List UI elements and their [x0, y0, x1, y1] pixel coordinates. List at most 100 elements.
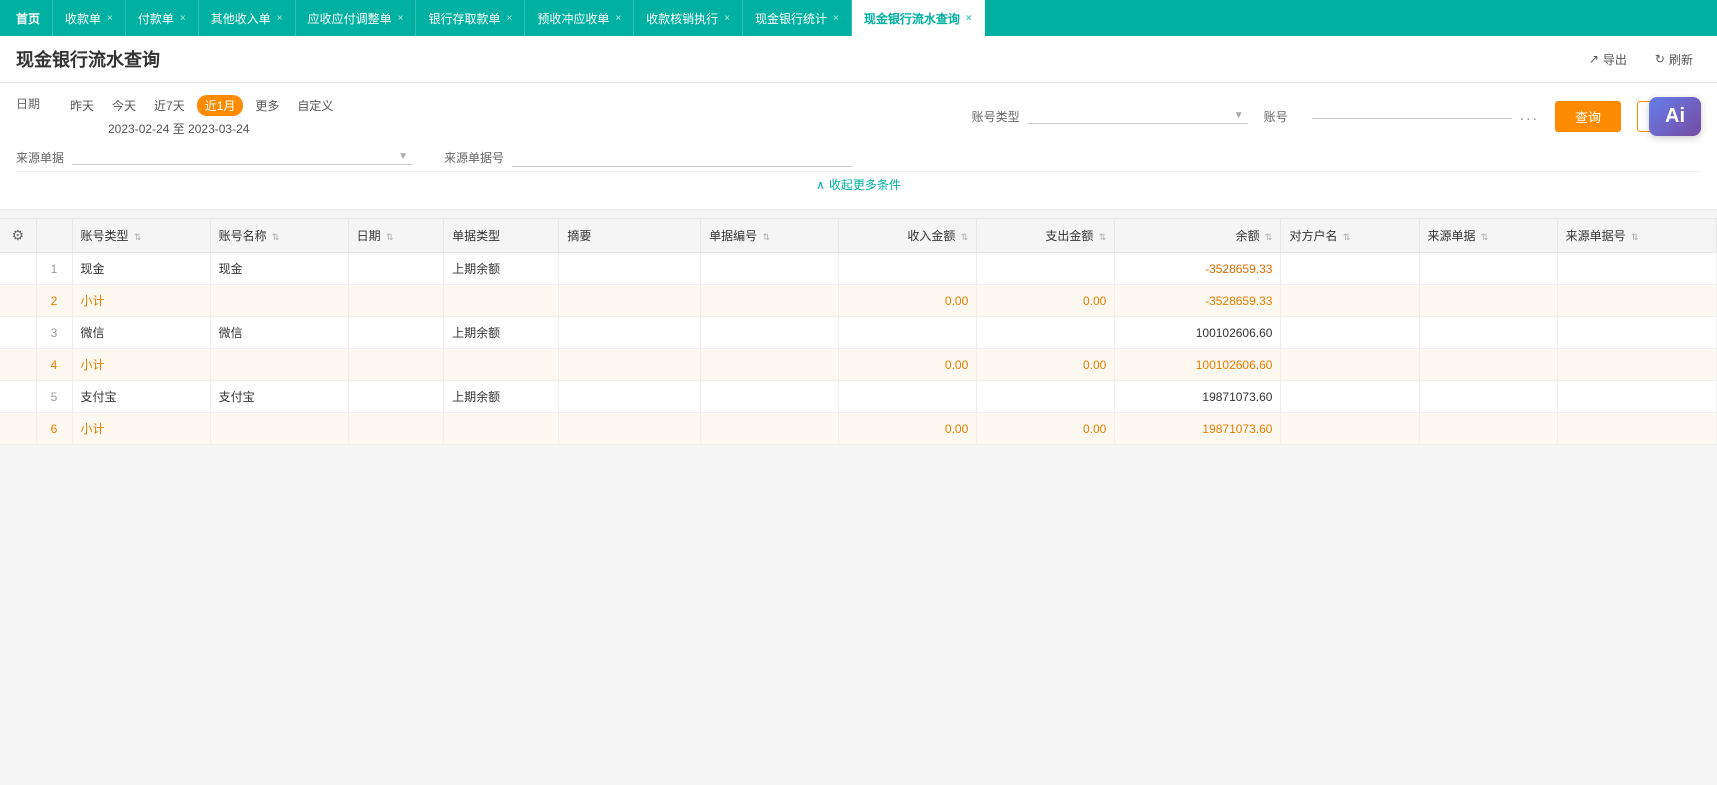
nav-tab-4[interactable]: 银行存取款单 × [416, 0, 525, 36]
account-input[interactable] [1312, 114, 1512, 119]
cell-summary [559, 253, 701, 285]
nav-tab-7[interactable]: 现金银行统计 × [743, 0, 852, 36]
cell-income: 0.00 [839, 285, 977, 317]
cell-source-doc [1419, 253, 1557, 285]
col-account-name[interactable]: 账号名称 ⇅ [210, 219, 348, 253]
top-nav: 首页 收款单 × 付款单 × 其他收入单 × 应收应付调整单 × 银行存取款单 … [0, 0, 1717, 36]
source-doc-chevron-icon: ▼ [398, 151, 408, 162]
date-label: 日期 [16, 95, 56, 112]
nav-tab-0-close[interactable]: × [107, 13, 113, 24]
account-dots[interactable]: ... [1520, 107, 1539, 125]
nav-tab-0[interactable]: 收款单 × [53, 0, 126, 36]
date-option-1month[interactable]: 近1月 [197, 95, 244, 116]
date-options-wrapper: 昨天 今天 近7天 近1月 更多 自定义 2023-02-24 至 2023-0… [64, 95, 339, 137]
cell-source-doc [1419, 413, 1557, 445]
table-row[interactable]: 4 小计 0.00 0.00 100102606.60 [0, 349, 1717, 381]
source-doc-num-group: 来源单据号 [444, 147, 852, 167]
account-type-select[interactable]: ▼ [1028, 108, 1248, 124]
nav-tab-2-close[interactable]: × [277, 13, 283, 24]
col-account-name-label: 账号名称 [219, 229, 267, 243]
cell-balance: 100102606.60 [1115, 349, 1281, 381]
col-summary: 摘要 [559, 219, 701, 253]
cell-income: 0.00 [839, 349, 977, 381]
date-option-more[interactable]: 更多 [249, 95, 285, 116]
cell-date [348, 413, 444, 445]
page-title: 现金银行流水查询 [16, 46, 160, 72]
cell-doc-type: 上期余额 [444, 253, 559, 285]
query-button[interactable]: 查询 [1555, 101, 1621, 132]
col-gear: ⚙ [0, 219, 36, 253]
date-filter-group: 日期 昨天 今天 近7天 近1月 更多 自定义 2023-02-24 至 202… [16, 95, 339, 137]
nav-tab-1-close[interactable]: × [180, 13, 186, 24]
date-option-custom[interactable]: 自定义 [291, 95, 339, 116]
col-source-doc[interactable]: 来源单据 ⇅ [1419, 219, 1557, 253]
date-option-today[interactable]: 今天 [106, 95, 142, 116]
cell-doc-type [444, 349, 559, 381]
col-expense[interactable]: 支出金额 ⇅ [977, 219, 1115, 253]
date-option-7days[interactable]: 近7天 [148, 95, 191, 116]
nav-tab-6[interactable]: 收款核销执行 × [634, 0, 743, 36]
col-counterpart[interactable]: 对方户名 ⇅ [1281, 219, 1419, 253]
cell-balance: 100102606.60 [1115, 317, 1281, 349]
table-row[interactable]: 6 小计 0.00 0.00 19871073.60 [0, 413, 1717, 445]
source-doc-select[interactable]: ▼ [72, 149, 412, 165]
cell-source-doc [1419, 317, 1557, 349]
cell-counterpart [1281, 317, 1419, 349]
cell-summary [559, 413, 701, 445]
nav-tab-5-close[interactable]: × [615, 13, 621, 24]
table-row[interactable]: 1 现金 现金 上期余额 -3528659.33 [0, 253, 1717, 285]
cell-gear [0, 413, 36, 445]
col-balance-label: 余额 [1236, 229, 1260, 243]
col-doc-num[interactable]: 单据编号 ⇅ [701, 219, 839, 253]
cell-balance: 19871073.60 [1115, 381, 1281, 413]
collapse-up-icon: ∧ [816, 178, 825, 192]
col-source-doc-num[interactable]: 来源单据号 ⇅ [1557, 219, 1716, 253]
col-date-label: 日期 [357, 229, 381, 243]
date-range-text: 2023-02-24 至 2023-03-24 [108, 120, 339, 137]
cell-counterpart [1281, 381, 1419, 413]
nav-tab-4-close[interactable]: × [506, 13, 512, 24]
nav-tab-7-label: 现金银行统计 [755, 10, 827, 27]
cell-num: 3 [36, 317, 72, 349]
col-expense-label: 支出金额 [1045, 229, 1093, 243]
col-source-doc-num-label: 来源单据号 [1566, 229, 1626, 243]
refresh-icon: ↻ [1655, 52, 1665, 66]
sort-icon-account-type: ⇅ [134, 232, 142, 243]
nav-tab-6-close[interactable]: × [724, 13, 730, 24]
export-button[interactable]: ↗ 导出 [1581, 47, 1635, 72]
collapse-bar[interactable]: ∧ 收起更多条件 [16, 171, 1701, 197]
table-row[interactable]: 2 小计 0.00 0.00 -3528659.33 [0, 285, 1717, 317]
ai-badge[interactable]: Ai [1649, 97, 1701, 136]
table-row[interactable]: 5 支付宝 支付宝 上期余额 19871073.60 [0, 381, 1717, 413]
nav-tab-8[interactable]: 现金银行流水查询 × [852, 0, 985, 36]
nav-tab-3-close[interactable]: × [398, 13, 404, 24]
cell-counterpart [1281, 413, 1419, 445]
nav-tab-3[interactable]: 应收应付调整单 × [296, 0, 417, 36]
nav-tab-2[interactable]: 其他收入单 × [199, 0, 296, 36]
cell-source-doc-num [1557, 317, 1716, 349]
nav-tab-5[interactable]: 预收冲应收单 × [525, 0, 634, 36]
sort-icon-source-doc-num: ⇅ [1631, 232, 1639, 243]
nav-tab-1[interactable]: 付款单 × [126, 0, 199, 36]
cell-account-type: 小计 [72, 349, 210, 381]
col-account-type-label: 账号类型 [81, 229, 129, 243]
cell-balance: 19871073.60 [1115, 413, 1281, 445]
cell-doc-num [701, 285, 839, 317]
nav-tab-8-close[interactable]: × [966, 13, 972, 24]
gear-icon[interactable]: ⚙ [11, 227, 24, 243]
col-income[interactable]: 收入金额 ⇅ [839, 219, 977, 253]
nav-home[interactable]: 首页 [4, 0, 53, 36]
col-doc-type: 单据类型 [444, 219, 559, 253]
date-option-yesterday[interactable]: 昨天 [64, 95, 100, 116]
cell-gear [0, 253, 36, 285]
sort-icon-date: ⇅ [386, 232, 394, 243]
col-date[interactable]: 日期 ⇅ [348, 219, 444, 253]
source-doc-num-input[interactable] [512, 147, 852, 167]
nav-tab-7-close[interactable]: × [833, 13, 839, 24]
col-balance[interactable]: 余额 ⇅ [1115, 219, 1281, 253]
table-row[interactable]: 3 微信 微信 上期余额 100102606.60 [0, 317, 1717, 349]
filter-row-2: 来源单据 ▼ 来源单据号 [16, 147, 1701, 167]
col-account-type[interactable]: 账号类型 ⇅ [72, 219, 210, 253]
refresh-button[interactable]: ↻ 刷新 [1647, 47, 1701, 72]
collapse-label: 收起更多条件 [829, 176, 901, 193]
